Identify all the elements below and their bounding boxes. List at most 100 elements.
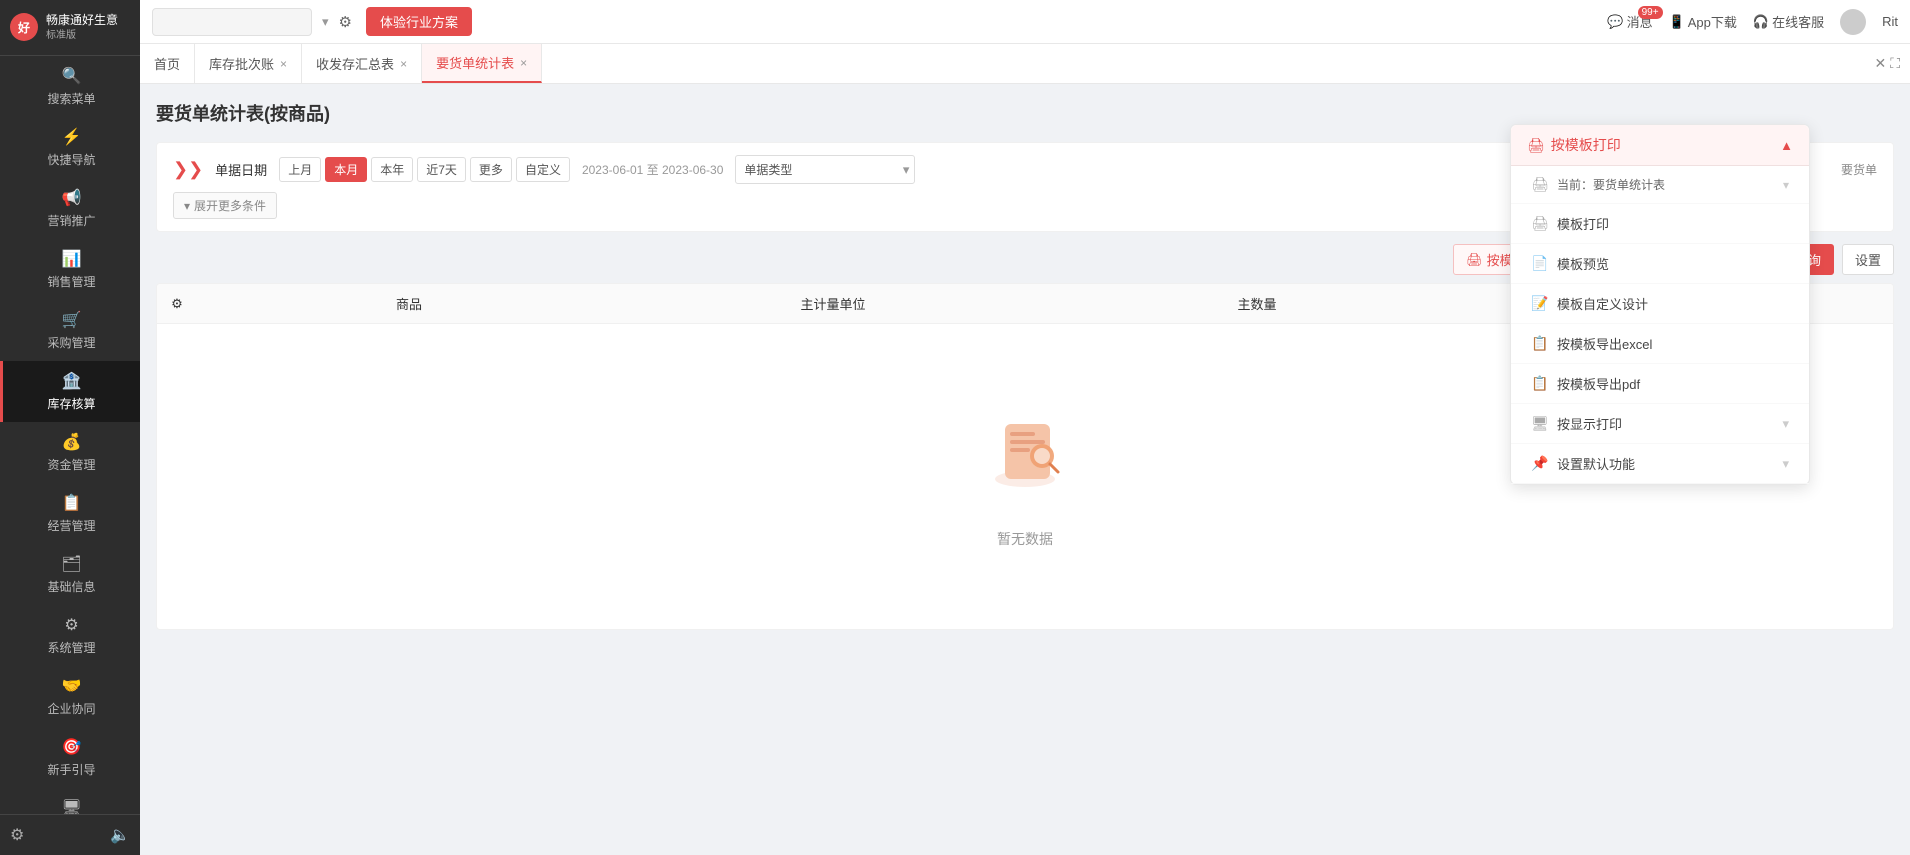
default-func-icon: 📌 [1531, 455, 1549, 472]
sidebar-item-0[interactable]: 🔍 搜索菜单 [0, 56, 140, 117]
export-pdf-label: 按模板导出pdf [1557, 374, 1640, 393]
print-dropdown-title-text: 按模板打印 [1551, 135, 1621, 155]
current-template-arrow: ▾ [1783, 178, 1789, 192]
sidebar-label-2: 营销推广 [47, 212, 95, 229]
date-custom[interactable]: 自定义 [516, 157, 570, 182]
topbar: ▾ ⚙ 体验行业方案 💬 消息 99+ 📱 App下载 🎧 在线客服 Rit [140, 0, 1910, 44]
sidebar-item-8[interactable]: 🗂 基础信息 [0, 544, 140, 605]
tab-order-stats-close[interactable]: × [520, 56, 527, 70]
tab-home[interactable]: 首页 [140, 44, 195, 83]
col-unit: 主计量单位 [621, 284, 1045, 323]
sidebar-icon-11: 🎯 [62, 737, 82, 757]
sidebar-bottom: ⚙ 🔈 [0, 814, 140, 855]
page-content: 要货单统计表(按商品) ❯❯ 单据日期 上月 本月 本年 近7天 更多 自定义 … [140, 84, 1910, 855]
sidebar-item-9[interactable]: ⚙ 系统管理 [0, 605, 140, 666]
preview-icon: 📄 [1531, 255, 1549, 272]
tab-receipt-summary[interactable]: 收发存汇总表 × [302, 44, 422, 83]
trial-button[interactable]: 体验行业方案 [366, 7, 472, 36]
app-name: 畅康通好生意 标准版 [46, 12, 118, 43]
filter-expand-icon[interactable]: ❯❯ [173, 159, 203, 180]
tabbar: 首页 库存批次账 × 收发存汇总表 × 要货单统计表 × ✕ ⛶ [140, 44, 1910, 84]
sidebar-icon-3: 📊 [62, 249, 82, 269]
sidebar-label-7: 经营管理 [47, 517, 95, 534]
sidebar-item-1[interactable]: ⚡ 快捷导航 [0, 117, 140, 178]
print-template-item[interactable]: 🖨 模板打印 [1511, 204, 1809, 244]
type-filter-label: 单据类型 [744, 161, 792, 178]
app-logo-icon: 好 [10, 13, 38, 41]
current-template-item[interactable]: 🖨 当前：要货单统计表 ▾ [1511, 166, 1809, 204]
sidebar-label-1: 快捷导航 [47, 151, 95, 168]
printer-icon: 🖨 [1531, 215, 1549, 232]
settings-label: 设置 [1855, 250, 1881, 269]
topbar-gear-icon[interactable]: ⚙ [339, 13, 352, 31]
date-more[interactable]: 更多 [470, 157, 512, 182]
default-func-arrow: ▾ [1782, 456, 1789, 472]
topbar-right: 💬 消息 99+ 📱 App下载 🎧 在线客服 Rit [1607, 9, 1898, 35]
date-range-display: 2023-06-01 至 2023-06-30 [582, 161, 723, 178]
tab-order-stats[interactable]: 要货单统计表 × [422, 44, 542, 83]
tab-expand-icon[interactable]: ⛶ [1890, 55, 1900, 72]
settings-button[interactable]: 设置 [1842, 244, 1894, 275]
export-excel-item[interactable]: 📋 按模板导出excel [1511, 324, 1809, 364]
date-options: 上月 本月 本年 近7天 更多 自定义 [279, 157, 570, 182]
empty-icon [980, 404, 1070, 513]
topbar-dropdown-icon[interactable]: ▾ [322, 14, 329, 30]
col-checkbox: ⚙ [157, 286, 197, 322]
tab-close-all-icon[interactable]: ✕ [1874, 55, 1886, 72]
sidebar-icon-8: 🗂 [61, 554, 81, 574]
sidebar-item-2[interactable]: 📢 营销推广 [0, 178, 140, 239]
online-service-label: 在线客服 [1772, 12, 1824, 31]
messages-button[interactable]: 💬 消息 99+ [1607, 12, 1652, 31]
volume-icon[interactable]: 🔈 [110, 825, 130, 845]
app-download-label: App下载 [1688, 12, 1737, 31]
online-service-button[interactable]: 🎧 在线客服 [1753, 12, 1824, 31]
tab-inventory-batch[interactable]: 库存批次账 × [195, 44, 302, 83]
tab-inventory-batch-close[interactable]: × [280, 57, 287, 71]
app-download-button[interactable]: 📱 App下载 [1669, 12, 1737, 31]
sidebar-item-4[interactable]: 🛒 采购管理 [0, 300, 140, 361]
date-current-year[interactable]: 本年 [371, 157, 413, 182]
print-dropdown-header: 🖨 按模板打印 ▲ [1511, 125, 1809, 166]
sidebar-icon-1: ⚡ [62, 127, 82, 147]
sidebar-item-7[interactable]: 📋 经营管理 [0, 483, 140, 544]
type-filter-select[interactable]: 单据类型 [735, 155, 915, 184]
date-current-month[interactable]: 本月 [325, 157, 367, 182]
empty-text: 暂无数据 [997, 529, 1053, 549]
print-dropdown-collapse-icon[interactable]: ▲ [1780, 138, 1793, 153]
sidebar-item-3[interactable]: 📊 销售管理 [0, 239, 140, 300]
current-template-icon: 🖨 [1531, 176, 1549, 193]
sidebar-label-11: 新手引导 [47, 761, 95, 778]
sidebar-logo: 好 畅康通好生意 标准版 [0, 0, 140, 56]
sidebar-icon-10: 🤝 [62, 676, 82, 696]
export-pdf-item[interactable]: 📋 按模板导出pdf [1511, 364, 1809, 404]
tab-inventory-batch-label: 库存批次账 [209, 54, 274, 73]
sidebar-item-11[interactable]: 🎯 新手引导 [0, 727, 140, 788]
sidebar-label-6: 资金管理 [47, 456, 95, 473]
date-prev-month[interactable]: 上月 [279, 157, 321, 182]
tab-home-label: 首页 [154, 54, 180, 73]
display-print-item[interactable]: 🖥 按显示打印 ▾ [1511, 404, 1809, 444]
sidebar-label-10: 企业协同 [47, 700, 95, 717]
col-product: 商品 [197, 284, 621, 323]
sidebar-label-8: 基础信息 [47, 578, 95, 595]
sidebar-label-5: 库存核算 [47, 395, 95, 412]
default-function-item[interactable]: 📌 设置默认功能 ▾ [1511, 444, 1809, 484]
sidebar-label-9: 系统管理 [47, 639, 95, 656]
display-print-arrow: ▾ [1782, 416, 1789, 432]
sidebar-item-10[interactable]: 🤝 企业协同 [0, 666, 140, 727]
print-dropdown: 🖨 按模板打印 ▲ 🖨 当前：要货单统计表 ▾ 🖨 模板打印 📄 模板预览 📝 [1510, 124, 1810, 485]
sidebar-item-6[interactable]: 💰 资金管理 [0, 422, 140, 483]
expand-more-btn[interactable]: ▾ 展开更多条件 [173, 192, 277, 219]
sidebar-item-5[interactable]: 🏦 库存核算 [0, 361, 140, 422]
excel-icon: 📋 [1531, 335, 1549, 352]
display-print-icon: 🖥 [1531, 415, 1549, 432]
sidebar-item-12[interactable]: 🖥 应用中心 [0, 788, 140, 814]
user-avatar[interactable] [1840, 9, 1866, 35]
date-7-days[interactable]: 近7天 [417, 157, 466, 182]
tab-receipt-summary-close[interactable]: × [400, 57, 407, 71]
preview-template-item[interactable]: 📄 模板预览 [1511, 244, 1809, 284]
default-function-label: 设置默认功能 [1557, 454, 1635, 473]
main-area: ▾ ⚙ 体验行业方案 💬 消息 99+ 📱 App下载 🎧 在线客服 Rit 首… [140, 0, 1910, 855]
custom-design-item[interactable]: 📝 模板自定义设计 [1511, 284, 1809, 324]
settings-icon[interactable]: ⚙ [10, 825, 24, 845]
